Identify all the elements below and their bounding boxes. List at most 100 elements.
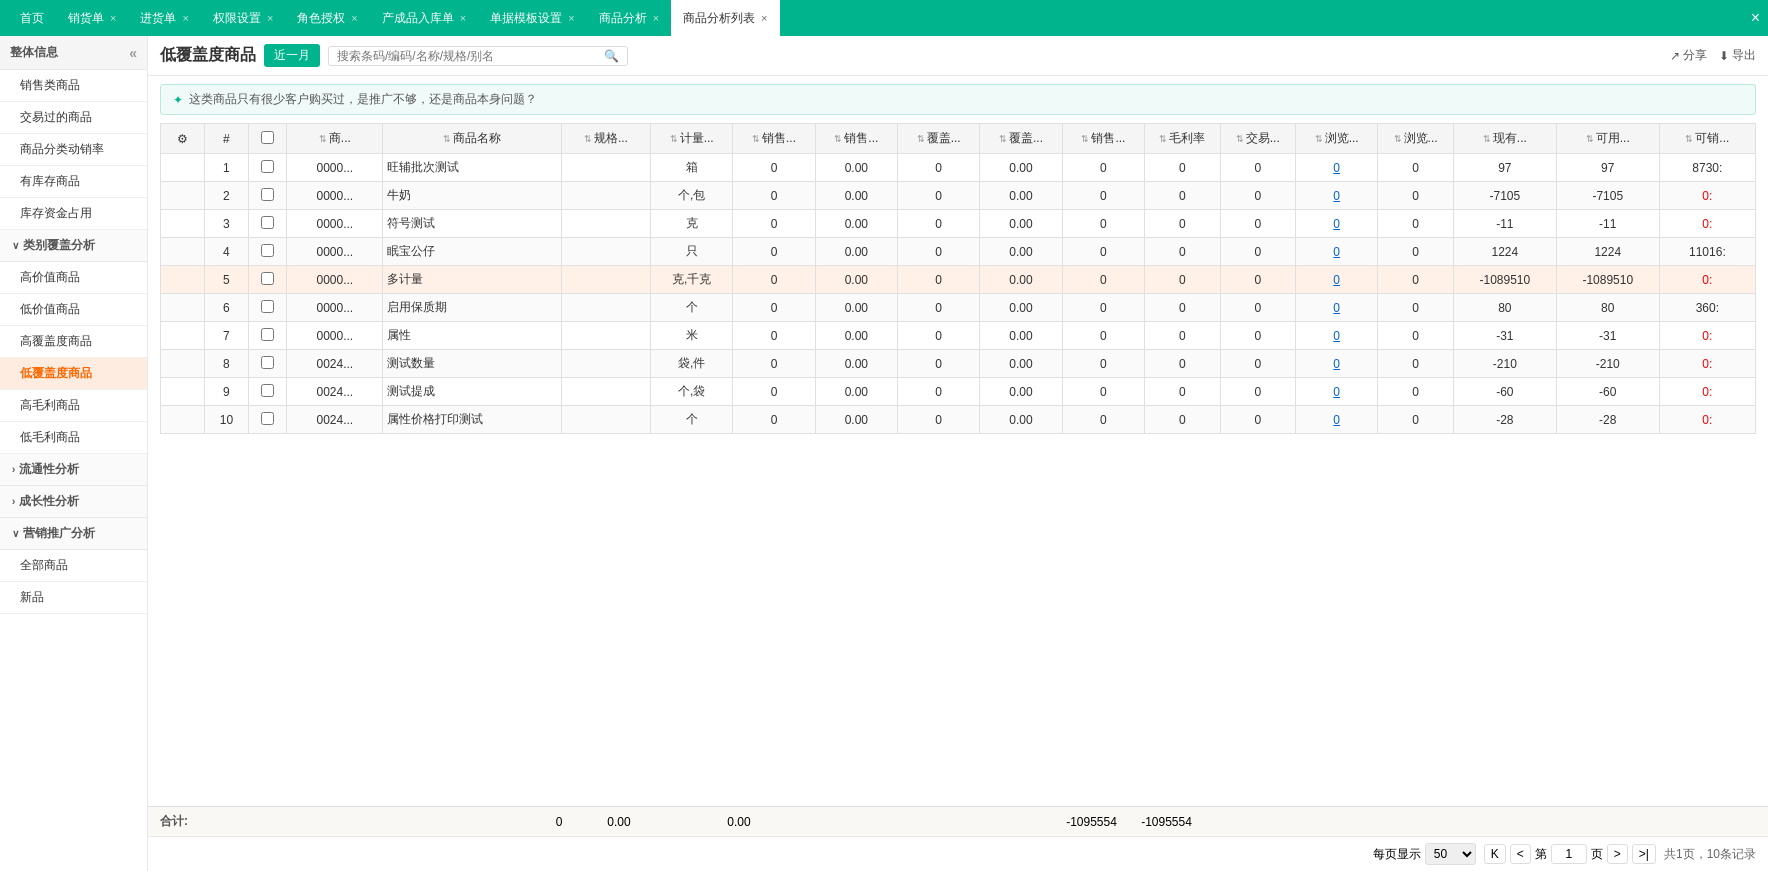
row-cov-qty: 0	[898, 238, 980, 266]
close-icon[interactable]: ×	[110, 12, 116, 24]
nav-item-product-analysis[interactable]: 商品分析 ×	[587, 0, 671, 36]
th-salable[interactable]: ⇅ 可销...	[1659, 124, 1755, 154]
row-browse1[interactable]: 0	[1296, 266, 1378, 294]
page-label: 第	[1535, 846, 1547, 863]
sidebar-item-high-coverage[interactable]: 高覆盖度商品	[0, 326, 147, 358]
row-code: 0024...	[287, 378, 383, 406]
search-input[interactable]	[337, 49, 604, 63]
nav-item-product-analysis-list[interactable]: 商品分析列表 ×	[671, 0, 779, 36]
row-cov-amt: 0.00	[980, 378, 1062, 406]
row-checkbox[interactable]	[248, 182, 286, 210]
first-page-button[interactable]: K	[1484, 844, 1506, 864]
th-curr-stock[interactable]: ⇅ 现有...	[1453, 124, 1556, 154]
row-browse1[interactable]: 0	[1296, 210, 1378, 238]
share-button[interactable]: ↗ 分享	[1670, 47, 1707, 64]
row-sale-amt: 0.00	[815, 406, 897, 434]
page-input[interactable]	[1551, 844, 1587, 864]
row-salable: 360:	[1659, 294, 1755, 322]
nav-item-role[interactable]: 角色授权 ×	[285, 0, 369, 36]
window-close-button[interactable]: ×	[1751, 9, 1760, 27]
sidebar-item-stock-fund[interactable]: 库存资金占用	[0, 198, 147, 230]
sidebar-item-all-goods[interactable]: 全部商品	[0, 550, 147, 582]
sidebar-header-overall[interactable]: 整体信息 «	[0, 36, 147, 70]
row-checkbox[interactable]	[248, 322, 286, 350]
nav-item-template[interactable]: 单据模板设置 ×	[478, 0, 586, 36]
row-checkbox[interactable]	[248, 294, 286, 322]
row-checkbox[interactable]	[248, 266, 286, 294]
row-trans: 0	[1220, 238, 1295, 266]
th-checkbox[interactable]	[248, 124, 286, 154]
sidebar-item-new-goods[interactable]: 新品	[0, 582, 147, 614]
row-browse1[interactable]: 0	[1296, 406, 1378, 434]
nav-item-sales[interactable]: 销货单 ×	[56, 0, 128, 36]
close-icon[interactable]: ×	[460, 12, 466, 24]
th-cov-amt[interactable]: ⇅ 覆盖...	[980, 124, 1062, 154]
close-icon[interactable]: ×	[568, 12, 574, 24]
search-icon[interactable]: 🔍	[604, 49, 619, 63]
select-all-checkbox[interactable]	[261, 131, 274, 144]
th-name[interactable]: ⇅ 商品名称	[383, 124, 561, 154]
row-browse1[interactable]: 0	[1296, 238, 1378, 266]
th-code[interactable]: ⇅ 商...	[287, 124, 383, 154]
th-browse2[interactable]: ⇅ 浏览...	[1378, 124, 1453, 154]
sidebar-group-coverage[interactable]: ∨ 类别覆盖分析	[0, 230, 147, 262]
sidebar-item-traded-goods[interactable]: 交易过的商品	[0, 102, 147, 134]
close-icon[interactable]: ×	[267, 12, 273, 24]
header-actions: ↗ 分享 ⬇ 导出	[1670, 47, 1756, 64]
row-browse1[interactable]: 0	[1296, 294, 1378, 322]
th-unit[interactable]: ⇅ 计量...	[651, 124, 733, 154]
row-checkbox[interactable]	[248, 350, 286, 378]
th-browse1[interactable]: ⇅ 浏览...	[1296, 124, 1378, 154]
row-checkbox[interactable]	[248, 154, 286, 182]
sidebar-group-growth[interactable]: › 成长性分析	[0, 486, 147, 518]
sidebar-item-category-turnover[interactable]: 商品分类动销率	[0, 134, 147, 166]
th-gross[interactable]: ⇅ 毛利率	[1145, 124, 1220, 154]
row-checkbox[interactable]	[248, 238, 286, 266]
th-cov-qty[interactable]: ⇅ 覆盖...	[898, 124, 980, 154]
time-filter-button[interactable]: 近一月	[264, 44, 320, 67]
close-icon[interactable]: ×	[351, 12, 357, 24]
export-button[interactable]: ⬇ 导出	[1719, 47, 1756, 64]
close-icon[interactable]: ×	[653, 12, 659, 24]
nav-item-purchase[interactable]: 进货单 ×	[128, 0, 200, 36]
th-sale-days[interactable]: ⇅ 销售...	[1062, 124, 1144, 154]
row-browse1[interactable]: 0	[1296, 182, 1378, 210]
per-page-select[interactable]: 10 20 50 100	[1425, 843, 1476, 865]
th-trans[interactable]: ⇅ 交易...	[1220, 124, 1295, 154]
close-icon[interactable]: ×	[182, 12, 188, 24]
sidebar-item-sales-goods[interactable]: 销售类商品	[0, 70, 147, 102]
row-sale-qty: 0	[733, 406, 815, 434]
nav-item-home[interactable]: 首页	[8, 0, 56, 36]
row-checkbox[interactable]	[248, 378, 286, 406]
nav-item-product-inbound[interactable]: 产成品入库单 ×	[370, 0, 478, 36]
th-sale-qty[interactable]: ⇅ 销售...	[733, 124, 815, 154]
th-spec[interactable]: ⇅ 规格...	[561, 124, 650, 154]
sort-icon: ⇅	[917, 134, 925, 144]
row-checkbox[interactable]	[248, 406, 286, 434]
sidebar-item-low-value[interactable]: 低价值商品	[0, 294, 147, 326]
row-name: 测试数量	[383, 350, 561, 378]
row-browse1[interactable]: 0	[1296, 350, 1378, 378]
row-checkbox[interactable]	[248, 210, 286, 238]
sidebar-item-low-coverage[interactable]: 低覆盖度商品	[0, 358, 147, 390]
row-browse1[interactable]: 0	[1296, 378, 1378, 406]
th-avail[interactable]: ⇅ 可用...	[1556, 124, 1659, 154]
row-trans: 0	[1220, 154, 1295, 182]
last-page-button[interactable]: >|	[1632, 844, 1656, 864]
row-browse1[interactable]: 0	[1296, 322, 1378, 350]
sidebar-group-marketing[interactable]: ∨ 营销推广分析	[0, 518, 147, 550]
row-trans: 0	[1220, 294, 1295, 322]
sidebar-item-high-value[interactable]: 高价值商品	[0, 262, 147, 294]
sidebar-group-circulation[interactable]: › 流通性分析	[0, 454, 147, 486]
sidebar-item-low-margin[interactable]: 低毛利商品	[0, 422, 147, 454]
prev-page-button[interactable]: <	[1510, 844, 1531, 864]
th-gear[interactable]: ⚙	[161, 124, 205, 154]
next-page-button[interactable]: >	[1607, 844, 1628, 864]
sidebar-item-high-margin[interactable]: 高毛利商品	[0, 390, 147, 422]
th-sale-amt[interactable]: ⇅ 销售...	[815, 124, 897, 154]
nav-item-permission[interactable]: 权限设置 ×	[201, 0, 285, 36]
row-browse1[interactable]: 0	[1296, 154, 1378, 182]
sidebar-item-stock-goods[interactable]: 有库存商品	[0, 166, 147, 198]
row-gross: 0	[1145, 294, 1220, 322]
close-icon[interactable]: ×	[761, 12, 767, 24]
